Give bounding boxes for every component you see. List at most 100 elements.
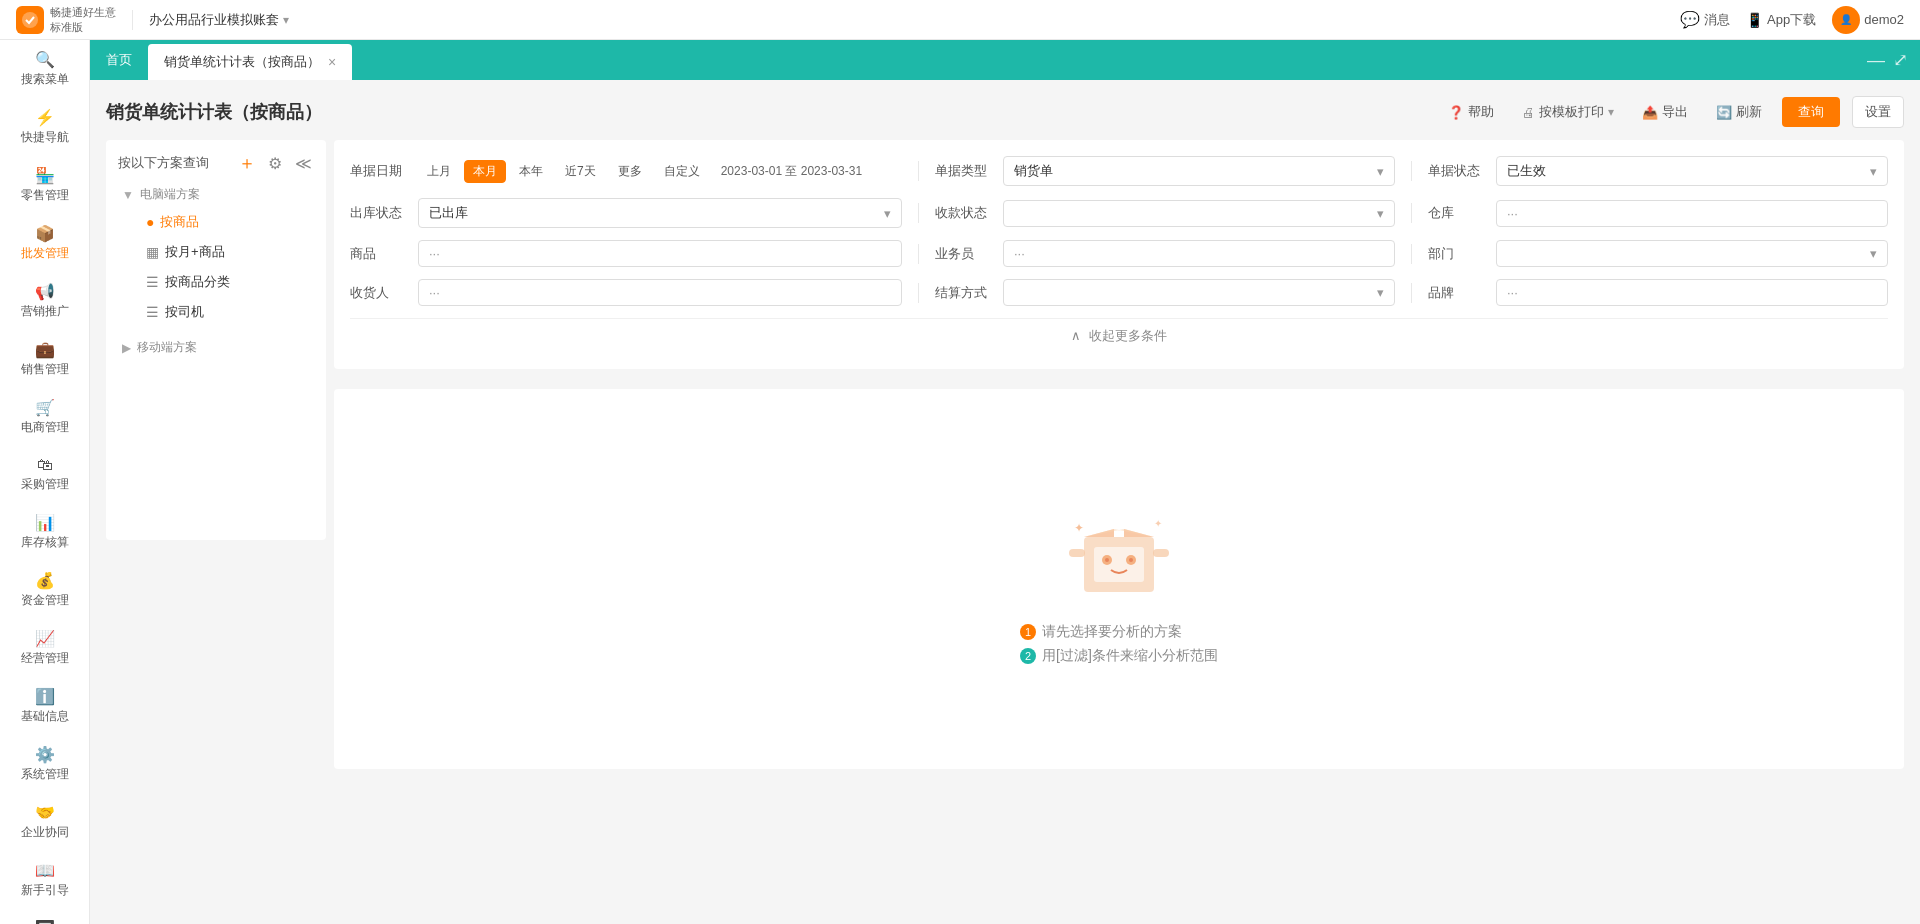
page-title: 销货单统计计表（按商品） xyxy=(106,100,322,124)
date-tab-more[interactable]: 更多 xyxy=(609,160,651,183)
filter-row-2: 出库状态 已出库 ▾ 收款状态 xyxy=(350,198,1888,228)
doc-status-chevron-icon: ▾ xyxy=(1870,164,1877,179)
divider-7 xyxy=(918,283,919,303)
sidebar: 🔍 搜索菜单 ⚡ 快捷导航 🏪 零售管理 📦 批发管理 📢 营销推广 💼 销售管… xyxy=(0,40,90,924)
goods-input[interactable]: ··· xyxy=(418,240,902,267)
content-area: 首页 销货单统计计表（按商品） × — ⤢ 销货单统计计表（按商品） ❓ 帮助 xyxy=(90,40,1920,924)
sidebar-item-basic[interactable]: ℹ️ 基础信息 xyxy=(0,677,89,735)
doc-status-select[interactable]: 已生效 ▾ xyxy=(1496,156,1888,186)
sidebar-item-guide[interactable]: 📖 新手引导 xyxy=(0,851,89,909)
doc-type-select[interactable]: 销货单 ▾ xyxy=(1003,156,1395,186)
query-btn[interactable]: 查询 xyxy=(1782,97,1840,127)
salesperson-label: 业务员 xyxy=(935,245,995,263)
hint-1-text: 请先选择要分析的方案 xyxy=(1042,623,1182,641)
filter-goods: 商品 ··· xyxy=(350,240,902,267)
add-scheme-btn[interactable]: ＋ xyxy=(236,152,258,174)
left-nav-panel: 按以下方案查询 ＋ ⚙ ≪ ▼ 电脑端方案 xyxy=(106,140,326,540)
tab-home[interactable]: 首页 xyxy=(90,40,148,80)
doc-status-label: 单据状态 xyxy=(1428,162,1488,180)
out-status-select[interactable]: 已出库 ▾ xyxy=(418,198,902,228)
left-panel-title: 按以下方案查询 xyxy=(118,154,209,172)
sidebar-item-search[interactable]: 🔍 搜索菜单 xyxy=(0,40,89,98)
app-selector[interactable]: 办公用品行业模拟账套 ▾ xyxy=(149,11,289,29)
empty-hint-2: 2 用[过滤]条件来缩小分析范围 xyxy=(1020,647,1218,665)
svg-text:✦: ✦ xyxy=(1154,518,1162,529)
template-print-label: 按模板打印 xyxy=(1539,103,1604,121)
date-tab-last-month[interactable]: 上月 xyxy=(418,160,460,183)
goods-placeholder: ··· xyxy=(429,246,440,261)
settings-btn[interactable]: 设置 xyxy=(1852,96,1904,128)
pc-section-header[interactable]: ▼ 电脑端方案 xyxy=(118,182,314,207)
tab-active[interactable]: 销货单统计计表（按商品） × xyxy=(148,44,352,80)
tab-expand-icon[interactable]: ⤢ xyxy=(1893,49,1908,71)
department-select[interactable]: ▾ xyxy=(1496,240,1888,267)
hint-num-2: 2 xyxy=(1020,648,1036,664)
hint-2-text: 用[过滤]条件来缩小分析范围 xyxy=(1042,647,1218,665)
payment-status-select[interactable]: ▾ xyxy=(1003,200,1395,227)
goods-category-icon: ☰ xyxy=(146,274,159,290)
warehouse-placeholder: ··· xyxy=(1507,206,1518,221)
sidebar-item-sales[interactable]: 💼 销售管理 xyxy=(0,330,89,388)
date-tab-current-year[interactable]: 本年 xyxy=(510,160,552,183)
filter-department: 部门 ▾ xyxy=(1428,240,1888,267)
driver-icon: ☰ xyxy=(146,304,159,320)
query-label: 查询 xyxy=(1798,103,1824,121)
user-area[interactable]: 👤 demo2 xyxy=(1832,6,1904,34)
main-layout: 🔍 搜索菜单 ⚡ 快捷导航 🏪 零售管理 📦 批发管理 📢 营销推广 💼 销售管… xyxy=(0,40,1920,924)
sidebar-item-inventory[interactable]: 📊 库存核算 xyxy=(0,503,89,561)
out-status-chevron-icon: ▾ xyxy=(884,206,891,221)
warehouse-input[interactable]: ··· xyxy=(1496,200,1888,227)
salesperson-input[interactable]: ··· xyxy=(1003,240,1395,267)
app-name: 办公用品行业模拟账套 xyxy=(149,11,279,29)
sidebar-item-marketing[interactable]: 📢 营销推广 xyxy=(0,272,89,330)
sidebar-item-system[interactable]: ⚙️ 系统管理 xyxy=(0,735,89,793)
help-label: 帮助 xyxy=(1468,103,1494,121)
department-chevron-icon: ▾ xyxy=(1870,246,1877,261)
template-print-btn[interactable]: 🖨 按模板打印 ▾ xyxy=(1514,99,1622,125)
sidebar-item-enterprise[interactable]: 🤝 企业协同 xyxy=(0,793,89,851)
tab-close-icon[interactable]: × xyxy=(328,54,336,70)
divider-8 xyxy=(1411,283,1412,303)
tree-expand-icon: ▼ xyxy=(122,188,134,202)
sidebar-item-appstore[interactable]: 🔲 应用中心 xyxy=(0,909,89,924)
divider xyxy=(132,10,133,30)
sidebar-item-quick-nav[interactable]: ⚡ 快捷导航 xyxy=(0,98,89,156)
sidebar-item-operations[interactable]: 📈 经营管理 xyxy=(0,619,89,677)
pc-section-label: 电脑端方案 xyxy=(140,186,200,203)
settings-scheme-btn[interactable]: ⚙ xyxy=(264,152,286,174)
mobile-section-header[interactable]: ▶ 移动端方案 xyxy=(118,335,314,360)
divider-3 xyxy=(918,203,919,223)
filter-brand: 品牌 ··· xyxy=(1428,279,1888,306)
date-tab-current-month[interactable]: 本月 xyxy=(464,160,506,183)
date-tab-custom[interactable]: 自定义 xyxy=(655,160,709,183)
settlement-select[interactable]: ▾ xyxy=(1003,279,1395,306)
empty-hint-1: 1 请先选择要分析的方案 xyxy=(1020,623,1218,641)
collapse-bar[interactable]: ∧ 收起更多条件 xyxy=(350,318,1888,353)
divider-6 xyxy=(1411,244,1412,264)
tab-active-label: 销货单统计计表（按商品） xyxy=(164,53,320,71)
doc-status-value: 已生效 xyxy=(1507,162,1546,180)
refresh-btn[interactable]: 🔄 刷新 xyxy=(1708,99,1770,125)
scheme-by-goods-category[interactable]: ☰ 按商品分类 xyxy=(138,267,314,297)
export-btn[interactable]: 📤 导出 xyxy=(1634,99,1696,125)
sidebar-item-ecommerce[interactable]: 🛒 电商管理 xyxy=(0,388,89,446)
help-btn[interactable]: ❓ 帮助 xyxy=(1440,99,1502,125)
sidebar-item-finance[interactable]: 💰 资金管理 xyxy=(0,561,89,619)
scheme-by-goods[interactable]: ● 按商品 xyxy=(138,207,314,237)
sidebar-item-wholesale[interactable]: 📦 批发管理 xyxy=(0,214,89,272)
svg-rect-8 xyxy=(1153,549,1169,557)
brand-input[interactable]: ··· xyxy=(1496,279,1888,306)
brand-placeholder: ··· xyxy=(1507,285,1518,300)
sidebar-item-retail[interactable]: 🏪 零售管理 xyxy=(0,156,89,214)
tab-home-label: 首页 xyxy=(106,51,132,69)
receiver-input[interactable]: ··· xyxy=(418,279,902,306)
sidebar-item-purchase[interactable]: 🛍 采购管理 xyxy=(0,446,89,503)
message-btn[interactable]: 💬 消息 xyxy=(1680,10,1730,29)
scheme-by-month-goods[interactable]: ▦ 按月+商品 xyxy=(138,237,314,267)
app-download-btn[interactable]: 📱 App下载 xyxy=(1746,11,1816,29)
receiver-label: 收货人 xyxy=(350,284,410,302)
collapse-panel-btn[interactable]: ≪ xyxy=(292,152,314,174)
scheme-by-driver[interactable]: ☰ 按司机 xyxy=(138,297,314,327)
tab-minimize-icon[interactable]: — xyxy=(1867,50,1885,71)
date-tab-7days[interactable]: 近7天 xyxy=(556,160,605,183)
